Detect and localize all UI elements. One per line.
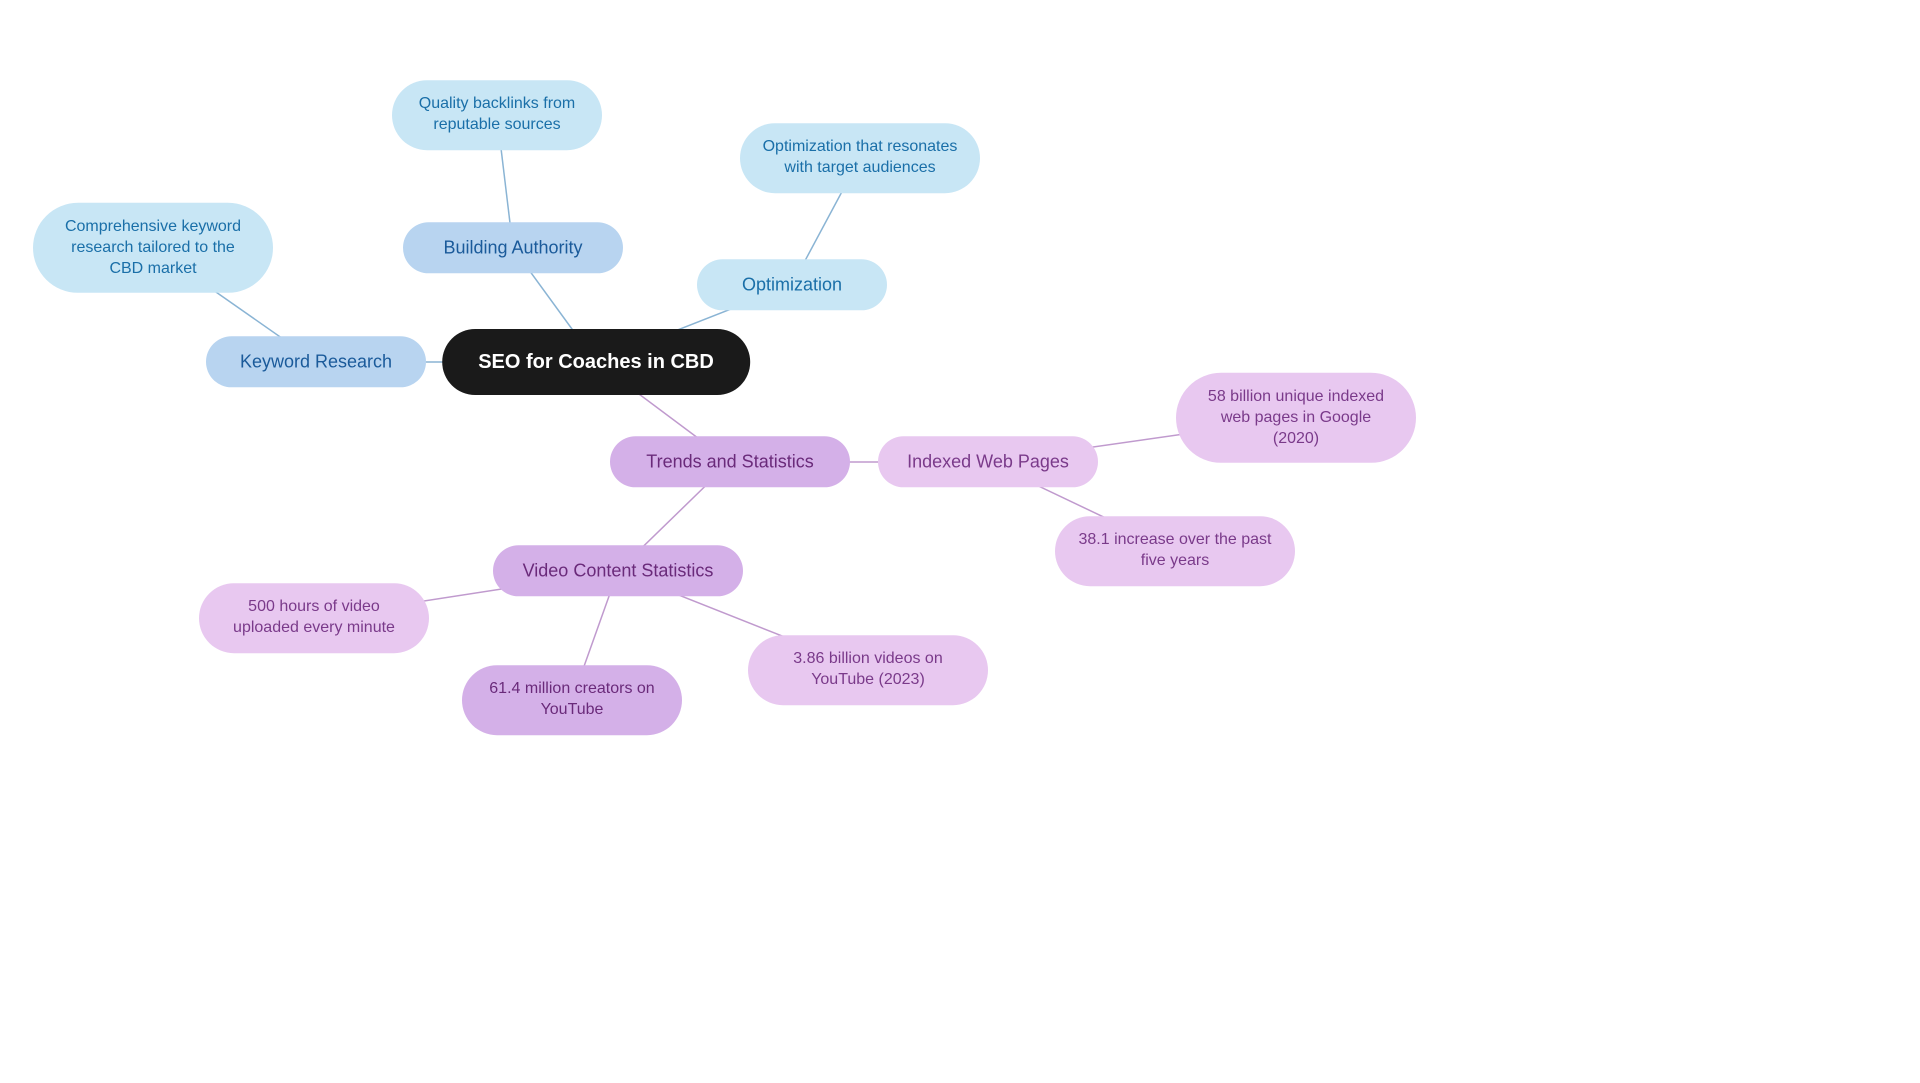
building-authority-node: Building Authority [403,222,623,273]
optimization-resonates-node: Optimization that resonates with target … [740,123,980,193]
61-million-node: 61.4 million creators on YouTube [462,665,682,735]
58-billion-node: 58 billion unique indexed web pages in G… [1176,373,1416,463]
video-content-node: Video Content Statistics [493,545,743,596]
quality-backlinks-node: Quality backlinks from reputable sources [392,80,602,150]
38-increase-node: 38.1 increase over the past five years [1055,516,1295,586]
center-node: SEO for Coaches in CBD [442,329,750,395]
386-billion-node: 3.86 billion videos on YouTube (2023) [748,635,988,705]
500-hours-node: 500 hours of video uploaded every minute [199,583,429,653]
comprehensive-keyword-node: Comprehensive keyword research tailored … [33,203,273,293]
keyword-research-node: Keyword Research [206,336,426,387]
indexed-web-pages-node: Indexed Web Pages [878,436,1098,487]
trends-statistics-node: Trends and Statistics [610,436,850,487]
optimization-node: Optimization [697,259,887,310]
